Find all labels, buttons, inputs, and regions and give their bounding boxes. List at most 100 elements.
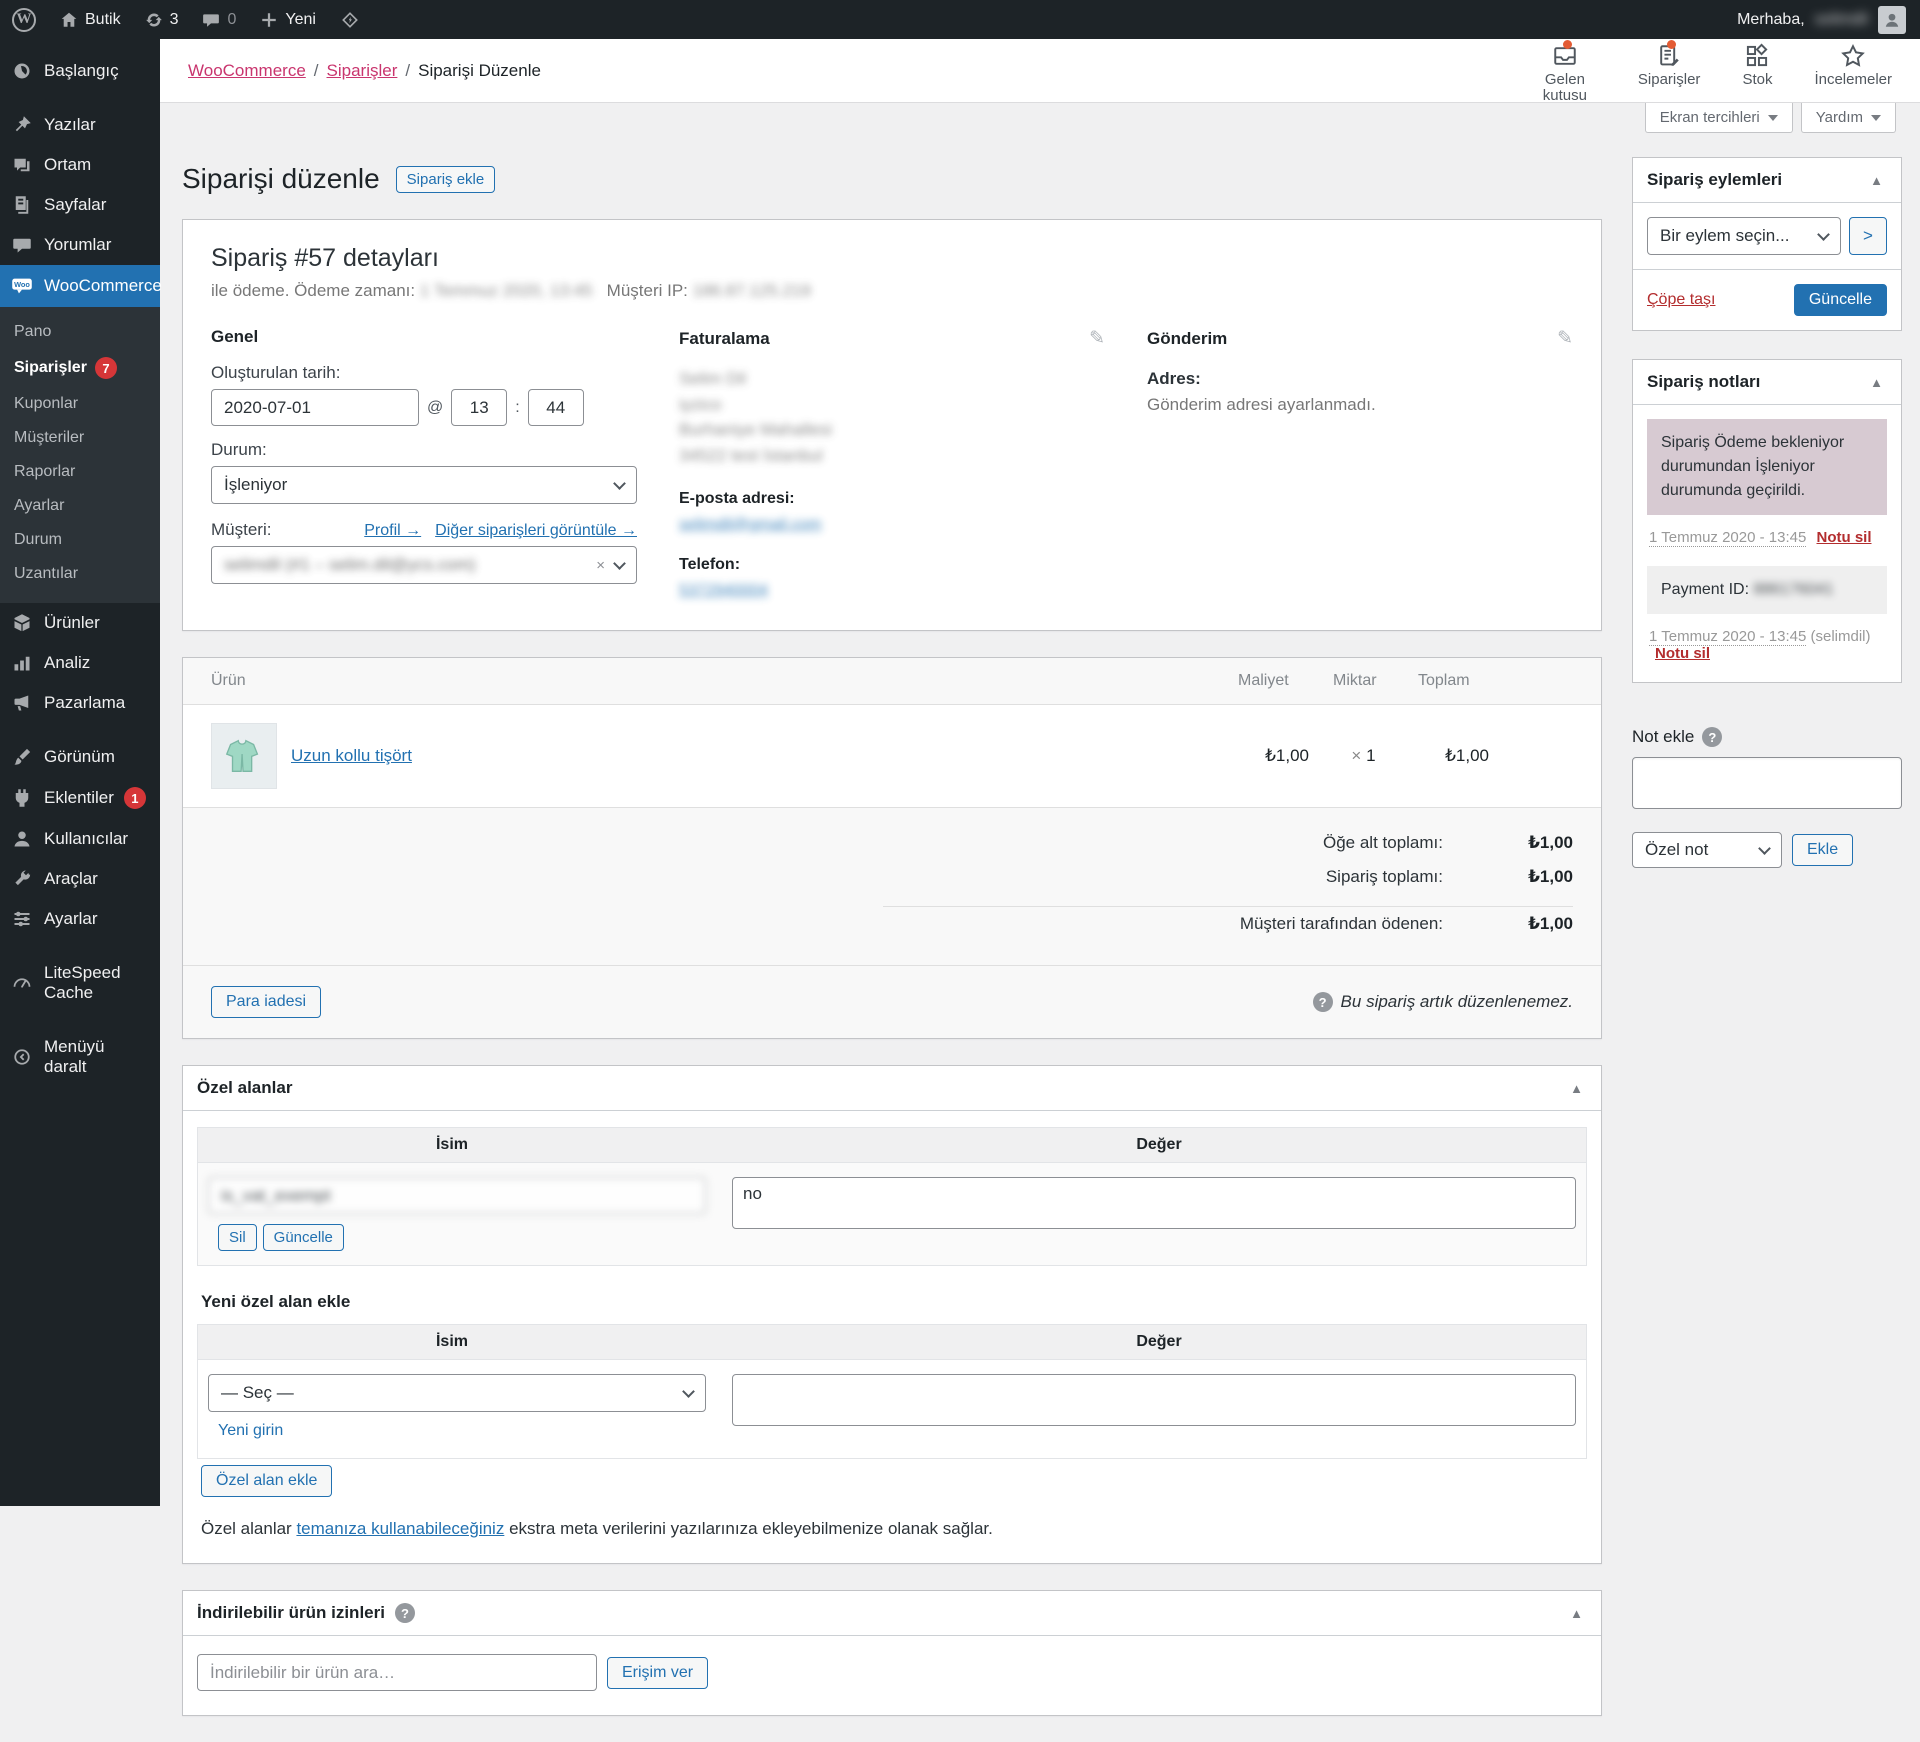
new-content-menu[interactable]: Yeni xyxy=(248,0,328,39)
refund-button[interactable]: Para iadesi xyxy=(211,986,322,1018)
sidebar-item-posts[interactable]: Yazılar xyxy=(0,105,160,145)
submenu-item-extensions[interactable]: Uzantılar xyxy=(0,557,160,591)
clear-selection-icon[interactable]: × xyxy=(596,557,605,574)
order-meta: ile ödeme. Ödeme zamanı: 1 Temmuz 2020, … xyxy=(211,281,811,300)
help-tab[interactable]: Yardım xyxy=(1800,103,1896,133)
custom-field-name-input-redacted[interactable] xyxy=(208,1177,706,1214)
sidebar-item-plugins[interactable]: Eklentiler 1 xyxy=(0,777,160,819)
sidebar-item-analytics[interactable]: Analiz xyxy=(0,643,160,683)
order-status-select[interactable]: İşleniyor xyxy=(211,466,637,504)
collapse-toggle-icon[interactable]: ▲ xyxy=(1866,173,1887,188)
username-redacted[interactable]: selimdil xyxy=(1815,11,1868,29)
sidebar-item-label: Ayarlar xyxy=(44,909,98,928)
sidebar-item-woocommerce[interactable]: Woo WooCommerce xyxy=(0,265,162,307)
add-custom-field-button[interactable]: Özel alan ekle xyxy=(201,1465,333,1497)
submenu-item-settings[interactable]: Ayarlar xyxy=(0,489,160,523)
avatar[interactable] xyxy=(1878,5,1906,34)
help-icon[interactable]: ? xyxy=(1702,727,1723,747)
breadcrumb-orders-link[interactable]: Siparişler xyxy=(327,61,398,80)
site-link[interactable]: Butik xyxy=(48,0,133,39)
sidebar-item-users[interactable]: Kullanıcılar xyxy=(0,819,160,859)
update-field-button[interactable]: Güncelle xyxy=(262,1224,344,1251)
grant-access-button[interactable]: Erişim ver xyxy=(607,1656,709,1689)
date-created-input[interactable] xyxy=(211,389,419,426)
breadcrumb-woocommerce-link[interactable]: WooCommerce xyxy=(188,61,306,80)
page-title: Siparişi düzenle xyxy=(182,163,380,194)
sidebar-item-litespeed[interactable]: LiteSpeed Cache xyxy=(0,953,160,1013)
collapse-toggle-icon[interactable]: ▲ xyxy=(1566,1081,1587,1096)
billing-email-label: E-posta adresi: xyxy=(679,490,795,507)
help-icon[interactable]: ? xyxy=(1312,992,1333,1012)
screen-meta-links: Ekran tercihleri Yardım xyxy=(160,103,1920,133)
submenu-item-coupons[interactable]: Kuponlar xyxy=(0,387,160,421)
add-order-button[interactable]: Sipariş ekle xyxy=(395,165,496,193)
custom-field-value-textarea[interactable]: no xyxy=(732,1177,1576,1229)
product-name-link[interactable]: Uzun kollu tişört xyxy=(291,746,412,766)
billing-line-redacted: Burhaniye Mahallesi xyxy=(679,420,833,439)
sidebar-item-tools[interactable]: Araçlar xyxy=(0,859,160,899)
sidebar-item-pages[interactable]: Sayfalar xyxy=(0,185,160,225)
updates-count: 3 xyxy=(169,10,179,28)
billing-email-redacted[interactable]: selimdil@gmail.com xyxy=(679,516,822,533)
note-date[interactable]: 1 Temmuz 2020 - 13:45 xyxy=(1649,529,1807,547)
move-to-trash-link[interactable]: Çöpe taşı xyxy=(1647,291,1715,309)
activity-orders-button[interactable]: Siparişler xyxy=(1638,39,1700,89)
sidebar-item-appearance[interactable]: Görünüm xyxy=(0,737,160,777)
billing-phone-redacted[interactable]: 5372940004 xyxy=(679,582,768,599)
submenu-item-dashboard[interactable]: Pano xyxy=(0,315,160,349)
sidebar-item-marketing[interactable]: Pazarlama xyxy=(0,683,160,723)
activity-stock-button[interactable]: Stok xyxy=(1742,43,1772,89)
delete-note-link[interactable]: Notu sil xyxy=(1655,645,1710,662)
sidebar-item-comments[interactable]: Yorumlar xyxy=(0,225,160,265)
screen-options-tab[interactable]: Ekran tercihleri xyxy=(1644,103,1793,133)
help-icon[interactable]: ? xyxy=(394,1603,415,1623)
enter-new-link[interactable]: Yeni girin xyxy=(218,1422,283,1440)
litespeed-adminbar-menu[interactable] xyxy=(328,0,372,39)
sidebar-item-label: Araçlar xyxy=(44,869,98,888)
submenu-item-reports[interactable]: Raporlar xyxy=(0,455,160,489)
order-action-select[interactable]: Bir eylem seçin... xyxy=(1647,217,1841,255)
note-type-select[interactable]: Özel not xyxy=(1632,832,1782,868)
add-note-button[interactable]: Ekle xyxy=(1792,834,1854,866)
edit-billing-pencil-icon[interactable]: ✎ xyxy=(1089,327,1105,350)
edit-shipping-pencil-icon[interactable]: ✎ xyxy=(1557,327,1573,350)
note-date[interactable]: 1 Temmuz 2020 - 13:45 xyxy=(1649,628,1807,646)
general-section: Genel Oluşturulan tarih: @ : Durum: xyxy=(211,327,637,600)
sidebar-item-settings[interactable]: Ayarlar xyxy=(0,899,160,939)
submenu-item-orders[interactable]: Siparişler 7 xyxy=(0,349,160,387)
comments-icon xyxy=(202,11,220,29)
submenu-item-customers[interactable]: Müşteriler xyxy=(0,421,160,455)
new-field-value-textarea[interactable] xyxy=(732,1374,1576,1426)
update-order-button[interactable]: Güncelle xyxy=(1793,284,1887,316)
add-note-textarea[interactable] xyxy=(1632,757,1902,809)
new-field-row: — Seç — Yeni girin xyxy=(197,1360,1587,1459)
new-field-name-select[interactable]: — Seç — xyxy=(208,1374,706,1412)
delete-note-link[interactable]: Notu sil xyxy=(1817,529,1872,546)
stock-grid-icon xyxy=(1744,43,1770,69)
hour-input[interactable] xyxy=(451,389,508,426)
wordpress-menu[interactable]: W xyxy=(0,0,48,39)
admin-sidebar: Başlangıç Yazılar Ortam Sayfalar Yorumla… xyxy=(0,39,162,1506)
updates-link[interactable]: 3 xyxy=(133,0,191,39)
sidebar-item-products[interactable]: Ürünler xyxy=(0,603,160,643)
comments-link[interactable]: 0 xyxy=(190,0,248,39)
activity-reviews-button[interactable]: İncelemeler xyxy=(1814,43,1892,89)
activity-inbox-button[interactable]: Gelen kutusu xyxy=(1534,39,1596,105)
sidebar-item-collapse-menu[interactable]: Menüyü daralt xyxy=(0,1027,160,1087)
customer-other-orders-link[interactable]: Diğer siparişleri görüntüle → xyxy=(435,522,637,540)
customer-profile-link[interactable]: Profil → xyxy=(364,522,421,540)
sidebar-item-dashboard[interactable]: Başlangıç xyxy=(0,51,160,91)
download-product-search-input[interactable] xyxy=(197,1654,597,1691)
submenu-item-status[interactable]: Durum xyxy=(0,523,160,557)
sidebar-item-media[interactable]: Ortam xyxy=(0,145,160,185)
brush-icon xyxy=(10,747,34,767)
collapse-toggle-icon[interactable]: ▲ xyxy=(1566,1606,1587,1621)
theme-meta-link[interactable]: temanıza kullanabileceğiniz xyxy=(296,1519,504,1538)
delete-field-button[interactable]: Sil xyxy=(218,1224,257,1251)
apply-action-button[interactable]: > xyxy=(1849,217,1887,255)
minute-input[interactable] xyxy=(527,389,584,426)
customer-select[interactable]: selimdil (#1 – selim.dil@ycs.com) × xyxy=(211,546,637,584)
collapse-toggle-icon[interactable]: ▲ xyxy=(1866,375,1887,390)
sidebar-item-label: WooCommerce xyxy=(44,276,162,295)
add-custom-field-heading: Yeni özel alan ekle xyxy=(201,1292,351,1311)
